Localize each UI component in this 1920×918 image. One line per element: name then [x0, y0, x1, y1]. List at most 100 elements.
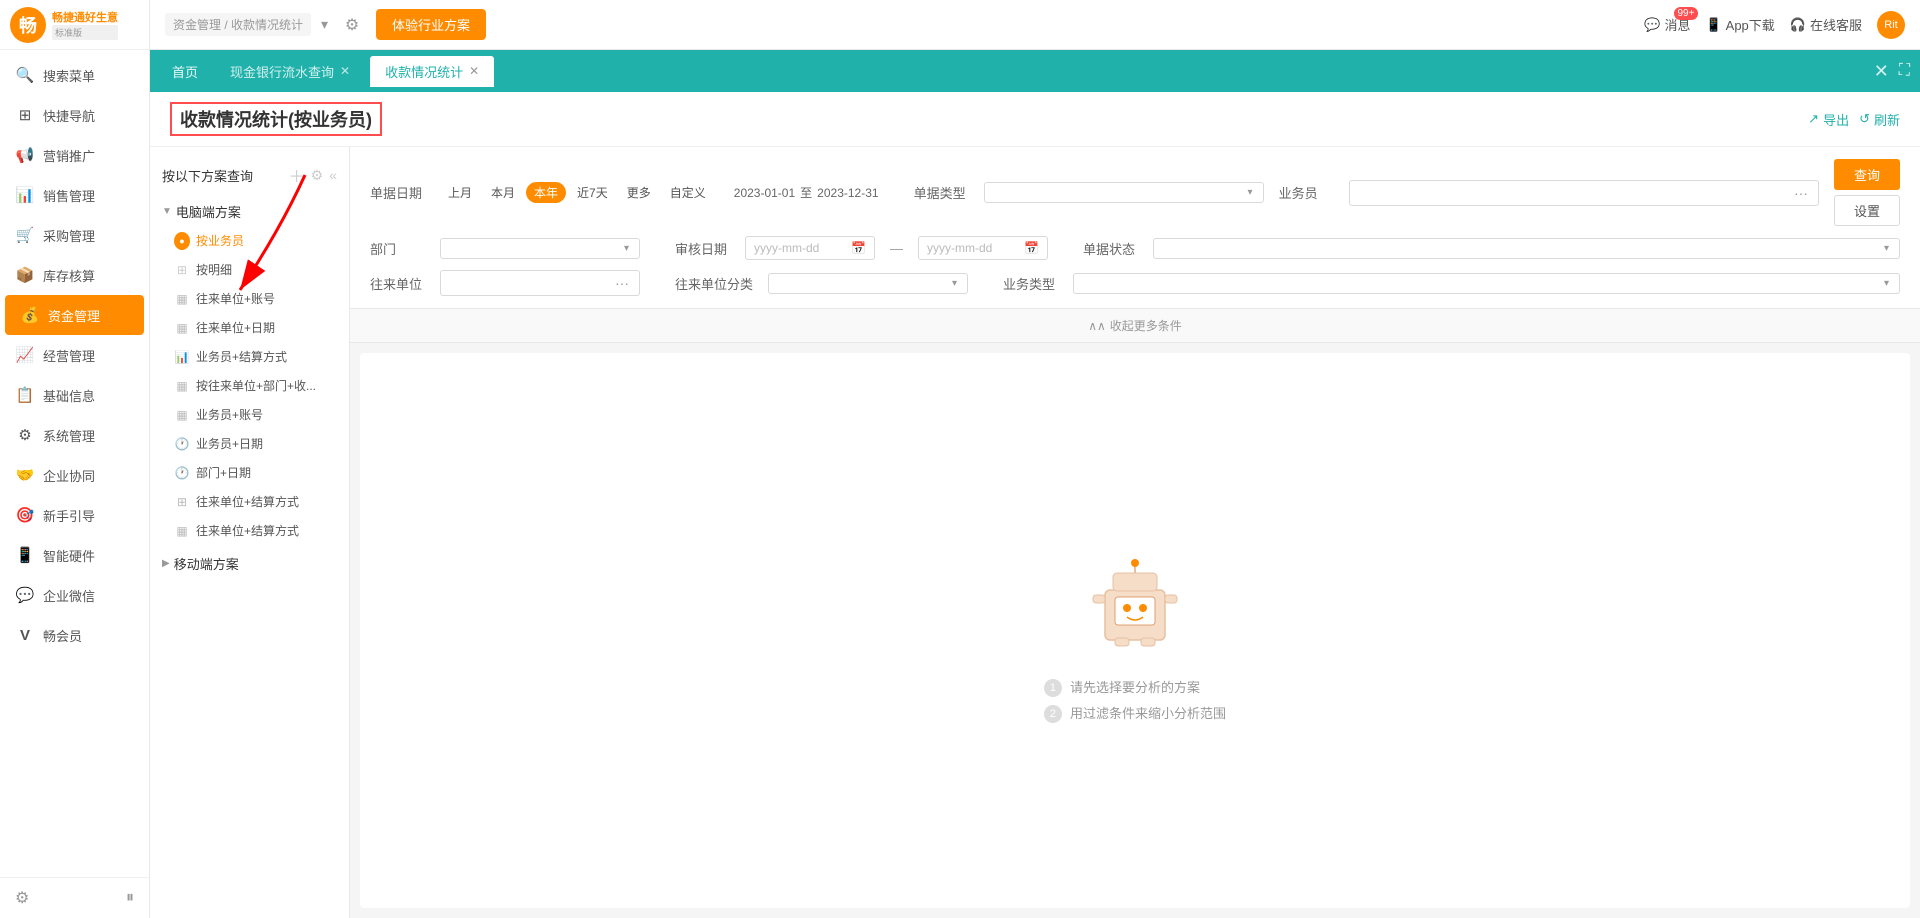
message-button[interactable]: 💬 消息 99+: [1644, 15, 1690, 34]
filter-area: 单据日期 上月 本月 本年 近7天 更多 自定义 2023-01-01 至 20…: [350, 147, 1920, 309]
app-logo: 畅 畅捷通好生意 标准版: [0, 0, 149, 50]
scheme-item-icon-salesman-account: ▦: [174, 407, 190, 423]
scheme-item-partner-settle2[interactable]: ▦ 往来单位+结算方式: [150, 516, 349, 545]
sidebar-item-enterprise[interactable]: 🤝 企业协同: [0, 455, 149, 495]
partner-category-select[interactable]: ▾: [768, 273, 968, 294]
sidebar-item-wechat[interactable]: 💬 企业微信: [0, 575, 149, 615]
scheme-item-salesman-account[interactable]: ▦ 业务员+账号: [150, 400, 349, 429]
app-download-button[interactable]: 📱 App下载: [1705, 15, 1774, 34]
collapse-bar[interactable]: ∧∧ 收起更多条件: [350, 309, 1920, 343]
dept-select[interactable]: ▾: [440, 238, 640, 259]
dept-chevron-icon: ▾: [624, 243, 629, 254]
marketing-icon: 📢: [15, 145, 35, 165]
sidebar-label-search: 搜索菜单: [43, 66, 95, 85]
scheme-group-desktop-title[interactable]: ▼ 电脑端方案: [150, 197, 349, 226]
sidebar-item-guide[interactable]: 🎯 新手引导: [0, 495, 149, 535]
audit-date-to[interactable]: yyyy-mm-dd 📅: [918, 236, 1048, 260]
settings-icon[interactable]: ⚙: [15, 888, 29, 908]
sidebar-item-inventory[interactable]: 📦 库存核算: [0, 255, 149, 295]
doc-type-select[interactable]: ▾: [984, 182, 1264, 203]
scheme-item-dept-date[interactable]: 🕐 部门+日期: [150, 458, 349, 487]
page-actions: ↗ 导出 ↺ 刷新: [1808, 110, 1900, 129]
trial-button[interactable]: 体验行业方案: [376, 9, 486, 40]
date-from: 2023-01-01: [734, 186, 795, 200]
sidebar-item-operations[interactable]: 📈 经营管理: [0, 335, 149, 375]
sidebar-item-sales[interactable]: 📊 销售管理: [0, 175, 149, 215]
date-tab-more[interactable]: 更多: [619, 182, 659, 203]
collapse-icon[interactable]: ⏸: [126, 889, 134, 907]
calendar-to-icon: 📅: [1024, 241, 1039, 255]
mobile-expand-icon: ▶: [162, 558, 170, 569]
partner-category-chevron-icon: ▾: [952, 278, 957, 289]
settings-gear-icon[interactable]: ⚙: [338, 11, 366, 39]
purchase-icon: 🛒: [15, 225, 35, 245]
sidebar-item-system[interactable]: ⚙ 系统管理: [0, 415, 149, 455]
sidebar-item-quicknav[interactable]: ⊞ 快捷导航: [0, 95, 149, 135]
query-button[interactable]: 查询: [1834, 159, 1900, 190]
sidebar: 畅 畅捷通好生意 标准版 🔍 搜索菜单 ⊞ 快捷导航 📢 营销推广 📊 销售管理…: [0, 0, 150, 918]
refresh-icon: ↺: [1859, 111, 1870, 127]
export-icon: ↗: [1808, 111, 1819, 127]
tab-home[interactable]: 首页: [160, 56, 210, 87]
scheme-item-partner-date[interactable]: ▦ 往来单位+日期: [150, 313, 349, 342]
scheme-item-label-partner-dept: 按往来单位+部门+收...: [196, 377, 316, 394]
date-tab-thisyear[interactable]: 本年: [526, 182, 566, 203]
close-all-icon[interactable]: ✕: [1874, 61, 1889, 82]
scheme-item-salesman-date[interactable]: 🕐 业务员+日期: [150, 429, 349, 458]
avatar: Rit: [1877, 11, 1905, 39]
sidebar-item-basic[interactable]: 📋 基础信息: [0, 375, 149, 415]
calendar-from-icon: 📅: [851, 241, 866, 255]
audit-date-from[interactable]: yyyy-mm-dd 📅: [745, 236, 875, 260]
sidebar-item-hardware[interactable]: 📱 智能硬件: [0, 535, 149, 575]
scheme-item-partner-account[interactable]: ▦ 往来单位+账号: [150, 284, 349, 313]
tab-cashflow-close[interactable]: ✕: [340, 64, 350, 78]
scheme-item-label-partner-settle2: 往来单位+结算方式: [196, 522, 299, 539]
filter-row-2: 部门 ▾ 审核日期 yyyy-mm-dd 📅 — yyyy-mm-dd 📅: [370, 236, 1900, 260]
set-button[interactable]: 设置: [1834, 195, 1900, 226]
sidebar-item-search[interactable]: 🔍 搜索菜单: [0, 55, 149, 95]
date-tab-lastmonth[interactable]: 上月: [440, 182, 480, 203]
scheme-item-detail[interactable]: ⊞ 按明细: [150, 255, 349, 284]
tab-cashflow[interactable]: 现金银行流水查询 ✕: [215, 56, 365, 87]
salesman-select[interactable]: ···: [1349, 180, 1819, 206]
collapse-panel-icon[interactable]: «: [329, 167, 337, 183]
sidebar-item-finance[interactable]: 💰 资金管理: [5, 295, 144, 335]
date-tab-custom[interactable]: 自定义: [662, 182, 714, 203]
partner-select[interactable]: ···: [440, 270, 640, 296]
panel-header-icons: ＋ ⚙ «: [289, 163, 337, 187]
empty-state: 1 请先选择要分析的方案 2 用过滤条件来缩小分析范围: [360, 353, 1910, 908]
add-scheme-icon[interactable]: ＋: [289, 163, 305, 187]
tab-collection[interactable]: 收款情况统计 ✕: [370, 56, 494, 87]
logo-icon: 畅: [10, 7, 46, 43]
service-icon: 🎧: [1790, 17, 1806, 33]
date-tab-7days[interactable]: 近7天: [569, 182, 616, 203]
maximize-icon[interactable]: ⛶: [1899, 62, 1910, 80]
sidebar-item-purchase[interactable]: 🛒 采购管理: [0, 215, 149, 255]
scheme-item-label-partner-settle1: 往来单位+结算方式: [196, 493, 299, 510]
biz-type-select[interactable]: ▾: [1073, 273, 1900, 294]
doc-status-select[interactable]: ▾: [1153, 238, 1900, 259]
sidebar-item-member[interactable]: V 畅会员: [0, 615, 149, 655]
refresh-button[interactable]: ↺ 刷新: [1859, 110, 1900, 129]
system-icon: ⚙: [15, 425, 35, 445]
collapse-chevron-icon: ∧∧: [1088, 319, 1106, 333]
scheme-item-salesman[interactable]: ● 按业务员: [150, 226, 349, 255]
empty-illustration: [1075, 535, 1195, 655]
date-tab-thismonth[interactable]: 本月: [483, 182, 523, 203]
tab-collection-close[interactable]: ✕: [469, 64, 479, 78]
scheme-item-icon-partner-settle1: ⊞: [174, 494, 190, 510]
content-area: 按以下方案查询 ＋ ⚙ « ▼ 电脑端方案 ● 按业务员: [150, 147, 1920, 918]
sidebar-label-hardware: 智能硬件: [43, 546, 95, 565]
online-service-button[interactable]: 🎧 在线客服: [1790, 15, 1862, 34]
expand-arrow-icon: ▼: [162, 206, 172, 217]
settings-scheme-icon[interactable]: ⚙: [311, 167, 324, 184]
scheme-item-partner-dept[interactable]: ▦ 按往来单位+部门+收...: [150, 371, 349, 400]
step-text-1: 请先选择要分析的方案: [1070, 675, 1200, 701]
export-button[interactable]: ↗ 导出: [1808, 110, 1849, 129]
sidebar-item-marketing[interactable]: 📢 营销推广: [0, 135, 149, 175]
scheme-item-partner-settle1[interactable]: ⊞ 往来单位+结算方式: [150, 487, 349, 516]
empty-step-1: 1 请先选择要分析的方案: [1044, 675, 1226, 701]
scheme-item-salesman-settle[interactable]: 📊 业务员+结算方式: [150, 342, 349, 371]
mobile-title[interactable]: ▶ 移动端方案: [162, 554, 337, 573]
audit-date-label: 审核日期: [675, 239, 730, 258]
